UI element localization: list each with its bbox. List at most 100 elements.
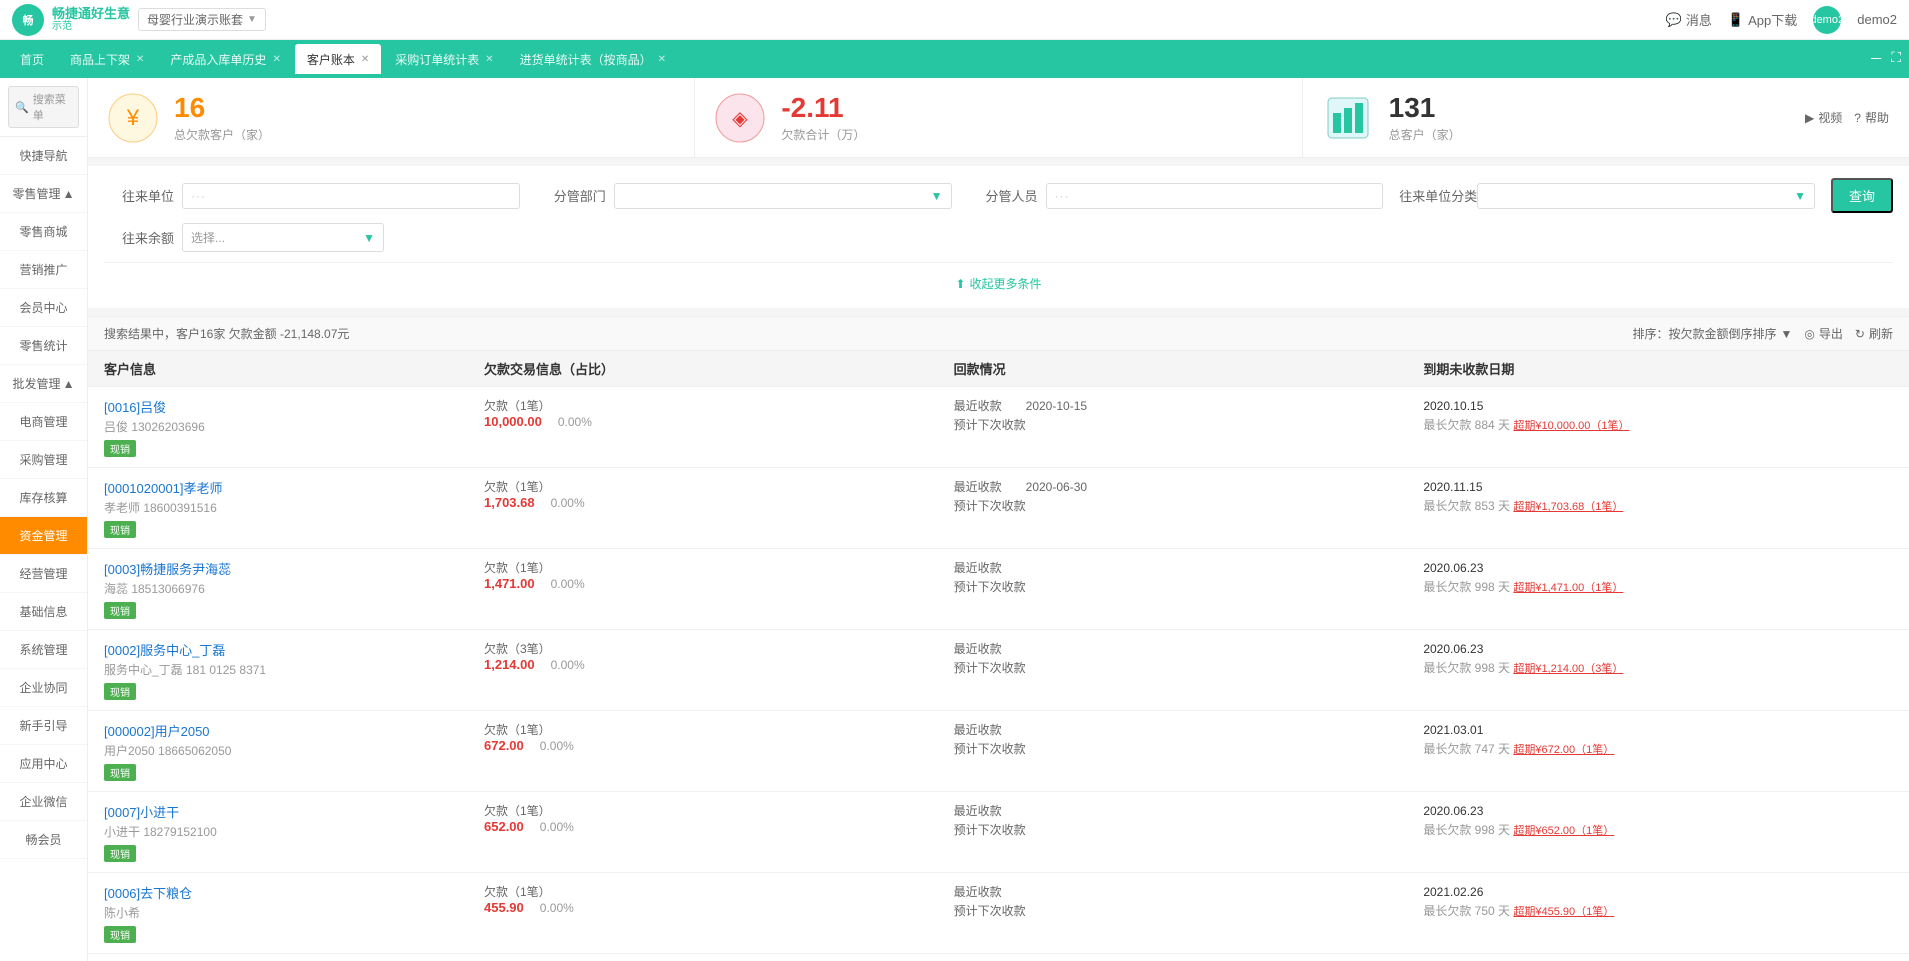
query-button[interactable]: 查询 [1831,178,1893,213]
tab-maximize-icon[interactable]: ⛶ [1891,49,1901,69]
sidebar-item-quick-nav[interactable]: 快捷导航 [0,137,87,175]
debt-label: 欠款（1笔） [484,802,954,819]
branch-dept-input[interactable]: ▼ [614,183,952,209]
overdue-days-row: 最长欠款 750 天 超期¥455.90（1笔） [1423,902,1893,922]
customer-name-link[interactable]: [0003]畅捷服务尹海蕊 [104,559,484,578]
debt-info-cell: 欠款（3笔） 1,214.00 0.00% [484,640,954,672]
sort-selector[interactable]: 排序：按欠款金额倒序排序 ▼ [1633,325,1793,342]
tab-close-icon[interactable]: ✕ [361,54,369,65]
sidebar-item-inventory[interactable]: 库存核算 [0,479,87,517]
sidebar-item-retail-store[interactable]: 零售商城 [0,213,87,251]
export-btn[interactable]: ◎ 导出 [1804,325,1843,342]
overdue-cell: 2020.11.15 最长欠款 853 天 超期¥1,703.68（1笔） [1423,478,1893,517]
col-header-customer: 客户信息 [104,359,484,378]
sidebar-item-base-info[interactable]: 基础信息 [0,593,87,631]
overdue-days: 最长欠款 998 天 [1423,661,1513,675]
debt-ratio: 0.00% [558,415,592,429]
overdue-days-row: 最长欠款 998 天 超期¥1,471.00（1笔） [1423,578,1893,598]
app-download-btn[interactable]: 📱 App下载 [1728,10,1797,29]
branch-person-input[interactable]: ··· [1046,183,1384,209]
last-payment: 最近收款 [954,721,1424,740]
tab-home[interactable]: 首页 [8,44,56,74]
tab-purchase-order[interactable]: 采购订单统计表 ✕ [383,44,505,74]
customer-info-cell: [000002]用户2050 用户2050 18665062050 现销 [104,721,484,781]
sidebar-item-vip-member[interactable]: 畅会员 [0,821,87,859]
overdue-customers-number: 16 [174,92,674,124]
customer-info-cell: [0006]去下粮仓 陈小希 现销 [104,883,484,943]
dropdown-icon: ▼ [363,231,375,245]
main-content: ¥ 16 总欠款客户（家） ◈ -2.11 欠款合计 [88,78,1909,961]
tab-product-offline[interactable]: 商品上下架 ✕ [58,44,156,74]
customer-info-cell: [0007]小进干 小进干 18279152100 现销 [104,802,484,862]
tab-product-history[interactable]: 产成品入库单历史 ✕ [158,44,292,74]
filter-unit-category: 往来单位分类 ▼ [1399,183,1815,209]
overdue-link[interactable]: 超期¥672.00（1笔） [1513,744,1614,756]
tab-close-icon[interactable]: ✕ [272,54,280,65]
table-row: [0003]畅捷服务尹海蕊 海蕊 18513066976 现销 欠款（1笔） 1… [88,549,1909,630]
last-payment: 最近收款 [954,802,1424,821]
message-icon: 💬 [1666,12,1682,28]
tab-close-icon[interactable]: ✕ [485,54,493,65]
sidebar-item-capital-mgmt[interactable]: 资金管理 [0,517,87,555]
customer-name-link[interactable]: [0002]服务中心_丁磊 [104,640,484,659]
customer-name-link[interactable]: [000002]用户2050 [104,721,484,740]
last-payment: 最近收款 [954,559,1424,578]
sidebar-item-enterprise-wx[interactable]: 企业微信 [0,783,87,821]
help-btn[interactable]: ? 帮助 [1854,109,1889,126]
overdue-link[interactable]: 超期¥455.90（1笔） [1513,906,1614,918]
next-payment: 预计下次收款 [954,821,1424,840]
sidebar-search-area: 🔍 搜索菜单 [0,78,87,137]
debt-info-cell: 欠款（1笔） 1,471.00 0.00% [484,559,954,591]
sidebar-item-purchase-mgmt[interactable]: 采购管理 [0,441,87,479]
sidebar-item-marketing[interactable]: 营销推广 [0,251,87,289]
recovery-cell: 最近收款 2020-10-15 预计下次收款 [954,397,1424,435]
source-unit-label: 往来单位 [104,186,174,205]
sidebar-item-new-guide[interactable]: 新手引导 [0,707,87,745]
customer-name-link[interactable]: [0016]吕俊 [104,397,484,416]
customer-name-link[interactable]: [0006]去下粮仓 [104,883,484,902]
overdue-link[interactable]: 超期¥10,000.00（1笔） [1513,420,1629,432]
sidebar-item-batch-mgmt[interactable]: 批发管理 ▲ [0,365,87,403]
overdue-link[interactable]: 超期¥1,703.68（1笔） [1513,501,1623,513]
overdue-customers-label: 总欠款客户（家） [174,126,674,143]
customer-contact: 用户2050 18665062050 [104,742,484,759]
unit-category-input[interactable]: ▼ [1477,183,1815,209]
sidebar-item-ops-mgmt[interactable]: 经营管理 [0,555,87,593]
branch-person-label: 分管人员 [968,186,1038,205]
sidebar-item-member-center[interactable]: 会员中心 [0,289,87,327]
filter-source-balance: 往来余额 选择... ▼ [104,223,384,252]
sidebar-item-ecommerce[interactable]: 电商管理 [0,403,87,441]
sidebar-item-retail-stats[interactable]: 零售统计 [0,327,87,365]
sidebar-item-app-center[interactable]: 应用中心 [0,745,87,783]
tab-customer-account[interactable]: 客户账本 ✕ [295,44,381,74]
sidebar-item-retail-mgmt[interactable]: 零售管理 ▲ [0,175,87,213]
video-btn[interactable]: ▶ 视频 [1805,109,1842,126]
next-payment: 预计下次收款 [954,578,1424,597]
col-header-overdue: 到期未收款日期 [1423,359,1893,378]
customer-name-link[interactable]: [0007]小进干 [104,802,484,821]
collapse-btn[interactable]: ⬆ 收起更多条件 [104,271,1893,296]
tab-close-icon[interactable]: ✕ [658,54,666,65]
overdue-link[interactable]: 超期¥1,471.00（1笔） [1513,582,1623,594]
tab-inbound-stats[interactable]: 进货单统计表（按商品） ✕ [508,44,678,74]
next-payment: 预计下次收款 [954,902,1424,921]
tab-minimize-icon[interactable]: － [1869,49,1883,69]
refresh-btn[interactable]: ↻ 刷新 [1855,325,1893,342]
sidebar-item-system-mgmt[interactable]: 系统管理 [0,631,87,669]
source-unit-input[interactable]: ··· [182,183,520,209]
customer-name-link[interactable]: [0001020001]孝老师 [104,478,484,497]
tab-close-icon[interactable]: ✕ [136,54,144,65]
overdue-link[interactable]: 超期¥1,214.00（3笔） [1513,663,1623,675]
search-box[interactable]: 🔍 搜索菜单 [8,86,79,128]
avatar[interactable]: demo2 [1813,6,1841,34]
message-btn[interactable]: 💬 消息 [1666,10,1712,29]
sidebar-item-enterprise-collab[interactable]: 企业协同 [0,669,87,707]
search-icon: 🔍 [15,101,29,114]
source-balance-input[interactable]: 选择... ▼ [182,223,384,252]
customer-badge: 现销 [104,602,136,619]
customer-contact: 服务中心_丁磊 181 0125 8371 [104,661,484,678]
overdue-link[interactable]: 超期¥652.00（1笔） [1513,825,1614,837]
store-selector[interactable]: 母婴行业演示账套 ▼ [138,8,266,31]
filter-row-1: 往来单位 ··· 分管部门 ▼ 分管人员 ··· [104,178,1893,213]
search-placeholder: 搜索菜单 [33,91,72,123]
